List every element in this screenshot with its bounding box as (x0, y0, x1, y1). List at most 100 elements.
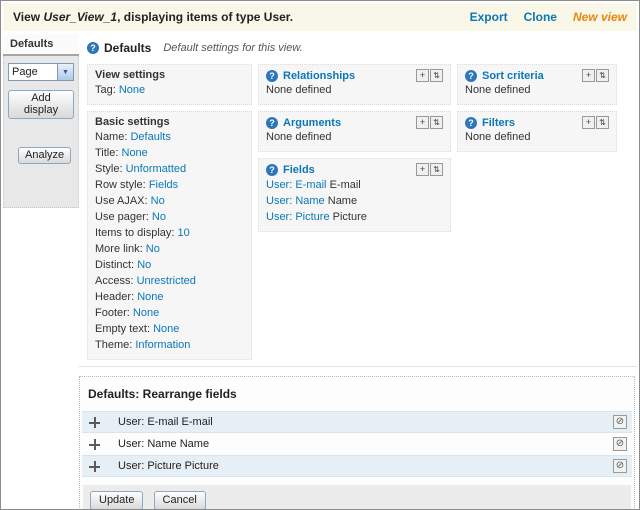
filters-empty: None defined (465, 131, 531, 143)
add-icon[interactable]: + (582, 69, 595, 82)
help-icon[interactable]: ? (266, 69, 278, 82)
arguments-link[interactable]: Arguments (283, 117, 341, 129)
new-view-link[interactable]: New view (573, 10, 627, 24)
setting-value-link[interactable]: None (133, 307, 159, 319)
setting-label: Header: (95, 291, 135, 303)
display-settings-panel: ? Defaults Default settings for this vie… (79, 34, 637, 367)
field-link[interactable]: User: Picture (266, 211, 330, 223)
column-middle: ? Relationships + ⇅ None defined ? Argume… (258, 64, 451, 238)
fields-box: ? Fields + ⇅ User: E-mail E-mail User: Na… (258, 158, 451, 232)
setting-label: Style: (95, 163, 123, 175)
drag-handle-icon[interactable] (89, 438, 100, 450)
remove-icon[interactable]: ⊘ (613, 415, 627, 429)
setting-value-link[interactable]: None (122, 147, 148, 159)
column-right: ? Sort criteria + ⇅ None defined ? Filter… (457, 64, 617, 158)
rearrange-icon[interactable]: ⇅ (596, 69, 609, 82)
setting-row: Title: None (95, 145, 244, 161)
settings-columns: View settings Tag: None Basic settings N… (87, 64, 637, 366)
sort-criteria-empty: None defined (465, 84, 531, 96)
rearrange-row-label: User: Picture Picture (118, 460, 219, 472)
sort-criteria-box: ? Sort criteria + ⇅ None defined (457, 64, 617, 105)
setting-row: Use pager: No (95, 209, 244, 225)
remove-icon[interactable]: ⊘ (613, 437, 627, 451)
view-title-suffix: , displaying items of type User. (117, 10, 294, 24)
setting-row: Theme: Information (95, 337, 244, 353)
panel-description: Default settings for this view. (163, 42, 303, 54)
setting-row: Distinct: No (95, 257, 244, 273)
setting-value-link[interactable]: Defaults (130, 131, 170, 143)
panel-title: Defaults (104, 41, 152, 55)
setting-value-link[interactable]: Unrestricted (137, 275, 196, 287)
setting-value-link[interactable]: Fields (149, 179, 178, 191)
basic-settings-box: Basic settings Name: Defaults Title: Non… (87, 111, 252, 360)
field-row: User: Picture Picture (266, 209, 443, 225)
setting-label: Distinct: (95, 259, 135, 271)
tab-defaults[interactable]: Defaults (3, 34, 79, 56)
cancel-button[interactable]: Cancel (153, 491, 206, 509)
analyze-button[interactable]: Analyze (18, 147, 72, 164)
setting-row: Name: Defaults (95, 129, 244, 145)
help-icon[interactable]: ? (266, 163, 278, 176)
setting-value-link[interactable]: None (153, 323, 179, 335)
setting-value-link[interactable]: 10 (178, 227, 190, 239)
rearrange-icon[interactable]: ⇅ (596, 116, 609, 129)
field-label: Name (327, 195, 358, 207)
setting-label: Footer: (95, 307, 130, 319)
rearrange-row-label: User: Name Name (118, 438, 210, 450)
rearrange-icon[interactable]: ⇅ (430, 116, 443, 129)
relationships-box: ? Relationships + ⇅ None defined (258, 64, 451, 105)
chevron-down-icon: ▼ (57, 64, 73, 80)
add-icon[interactable]: + (416, 163, 429, 176)
setting-value-link[interactable]: Information (135, 339, 190, 351)
rearrange-row-label: User: E-mail E-mail (118, 416, 213, 428)
field-link[interactable]: User: Name (266, 195, 325, 207)
view-name: User_View_1 (43, 10, 118, 24)
rearrange-icon[interactable]: ⇅ (430, 69, 443, 82)
setting-label: Items to display: (95, 227, 175, 239)
update-button[interactable]: Update (90, 491, 144, 509)
add-display-button[interactable]: Add display (8, 90, 74, 119)
setting-value-link[interactable]: No (151, 195, 165, 207)
tag-value-link[interactable]: None (119, 84, 145, 96)
add-icon[interactable]: + (416, 69, 429, 82)
sort-criteria-link[interactable]: Sort criteria (482, 70, 544, 82)
fields-link[interactable]: Fields (283, 164, 315, 176)
export-link[interactable]: Export (470, 10, 508, 24)
rearrange-row: User: Name Name ⊘ (82, 434, 632, 454)
field-link[interactable]: User: E-mail (266, 179, 327, 191)
setting-label: Empty text: (95, 323, 151, 335)
relationships-link[interactable]: Relationships (283, 70, 355, 82)
view-settings-title: View settings (95, 69, 166, 81)
view-title: View User_View_1, displaying items of ty… (13, 10, 293, 24)
help-icon[interactable]: ? (266, 116, 278, 129)
relationships-empty: None defined (266, 84, 332, 96)
setting-value-link[interactable]: No (137, 259, 151, 271)
basic-settings-title: Basic settings (95, 116, 170, 128)
setting-row: Use AJAX: No (95, 193, 244, 209)
help-icon[interactable]: ? (87, 42, 99, 54)
remove-icon[interactable]: ⊘ (613, 459, 627, 473)
display-select[interactable]: Page ▼ (8, 63, 74, 81)
setting-row: Access: Unrestricted (95, 273, 244, 289)
rearrange-row: User: Picture Picture ⊘ (82, 455, 632, 477)
help-icon[interactable]: ? (465, 116, 477, 129)
views-edit-content: Defaults Page ▼ Add display Analyze ? De… (3, 34, 637, 367)
setting-row: Header: None (95, 289, 244, 305)
setting-value-link[interactable]: None (137, 291, 163, 303)
drag-handle-icon[interactable] (89, 416, 100, 428)
filters-link[interactable]: Filters (482, 117, 515, 129)
rearrange-icon[interactable]: ⇅ (430, 163, 443, 176)
add-icon[interactable]: + (416, 116, 429, 129)
view-title-prefix: View (13, 10, 41, 24)
setting-label: More link: (95, 243, 143, 255)
setting-value-link[interactable]: Unformatted (126, 163, 187, 175)
setting-row: Style: Unformatted (95, 161, 244, 177)
setting-value-link[interactable]: No (152, 211, 166, 223)
clone-link[interactable]: Clone (524, 10, 557, 24)
help-icon[interactable]: ? (465, 69, 477, 82)
add-icon[interactable]: + (582, 116, 595, 129)
setting-value-link[interactable]: No (146, 243, 160, 255)
arguments-box: ? Arguments + ⇅ None defined (258, 111, 451, 152)
rearrange-title: Defaults: Rearrange fields (88, 387, 237, 401)
drag-handle-icon[interactable] (89, 460, 100, 472)
